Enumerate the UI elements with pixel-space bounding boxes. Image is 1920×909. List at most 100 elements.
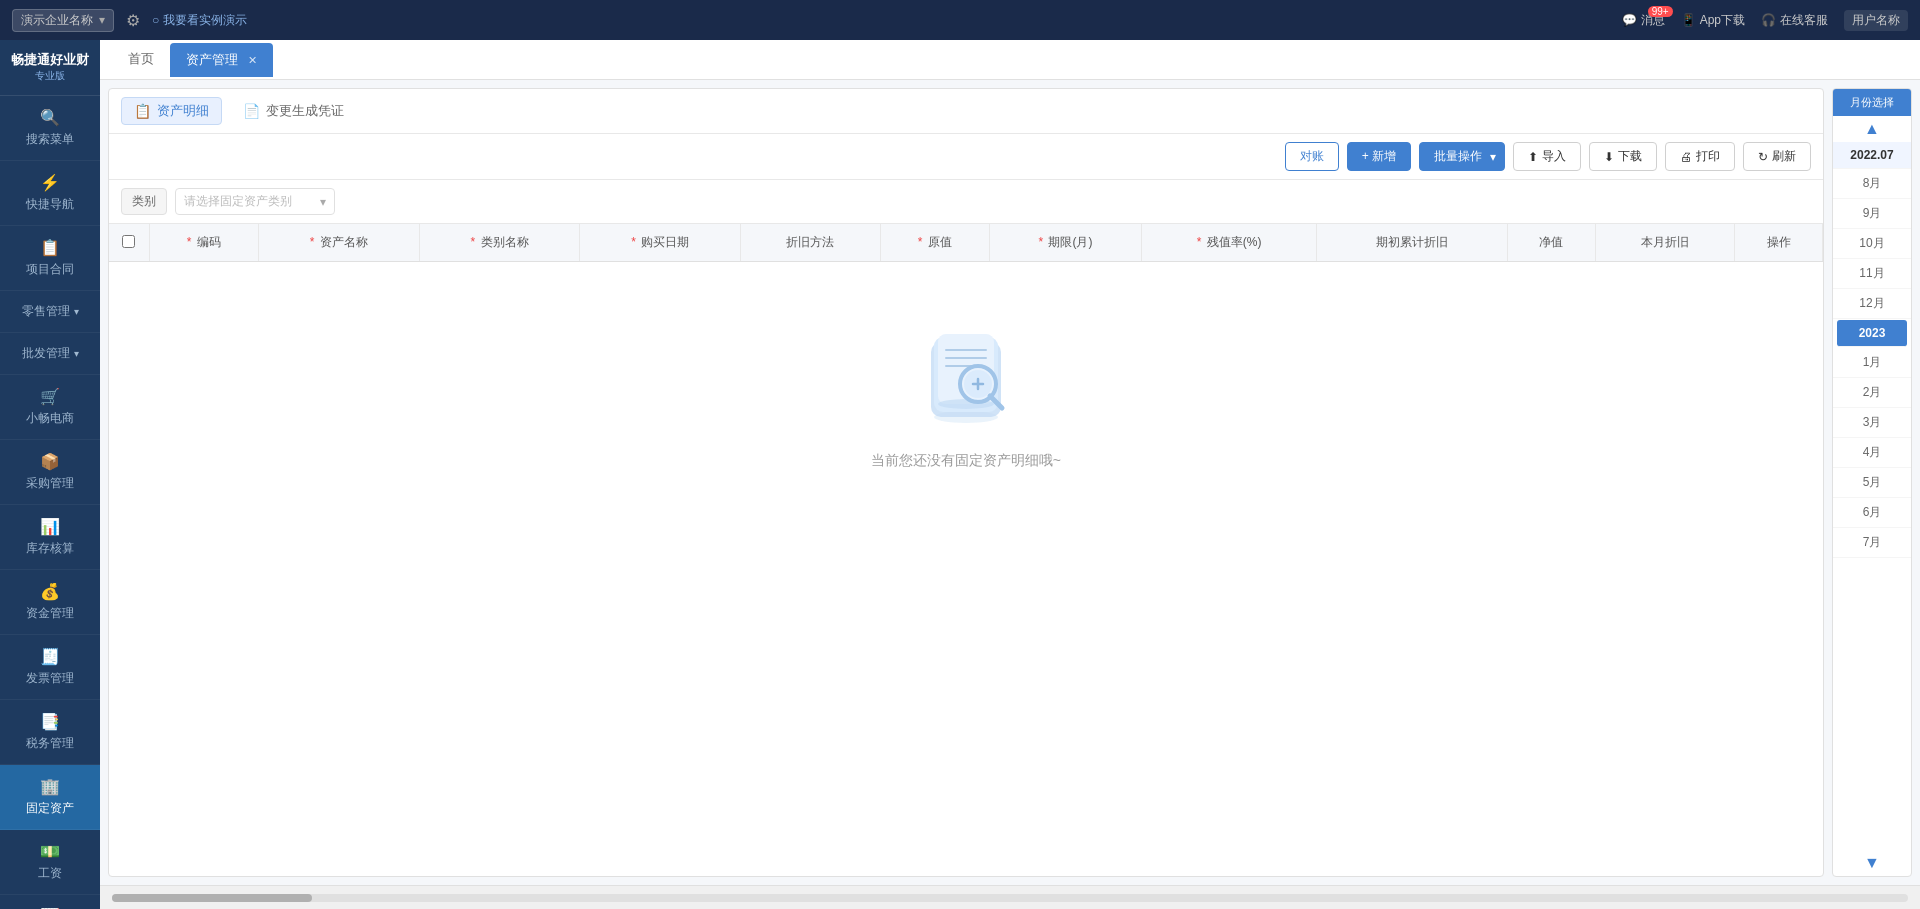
sidebar-item-search[interactable]: 🔍 搜索菜单 bbox=[0, 96, 100, 161]
tax-icon: 📑 bbox=[40, 712, 60, 731]
th-period: * 期限(月) bbox=[989, 224, 1141, 262]
refresh-icon: ↻ bbox=[1758, 150, 1768, 164]
toolbar: 对账 + 新增 批量操作 ▾ ⬆ 导入 ⬇ 下载 bbox=[109, 134, 1823, 180]
tab-home[interactable]: 首页 bbox=[112, 42, 170, 78]
sub-tab-asset-detail[interactable]: 📋 资产明细 bbox=[121, 97, 222, 125]
filter-category-label: 类别 bbox=[121, 188, 167, 215]
download-button[interactable]: ⬇ 下载 bbox=[1589, 142, 1657, 171]
month-item-4[interactable]: 4月 bbox=[1833, 438, 1911, 468]
month-nav-up[interactable]: ▲ bbox=[1833, 116, 1911, 142]
month-item-3[interactable]: 3月 bbox=[1833, 408, 1911, 438]
filter-dropdown-icon: ▾ bbox=[320, 195, 326, 209]
sidebar-label-project: 项目合同 bbox=[26, 261, 74, 278]
filter-row: 类别 请选择固定资产类别 ▾ bbox=[109, 180, 1823, 224]
sidebar-item-operations[interactable]: 📈 经营管理 bbox=[0, 895, 100, 909]
sidebar-label-invoice: 发票管理 bbox=[26, 670, 74, 687]
sidebar-label-purchase: 采购管理 bbox=[26, 475, 74, 492]
message-icon: 💬 bbox=[1622, 13, 1637, 27]
add-button[interactable]: + 新增 bbox=[1347, 142, 1411, 171]
settings-button[interactable]: ⚙ bbox=[122, 7, 144, 34]
th-operation: 操作 bbox=[1735, 224, 1823, 262]
refresh-button[interactable]: ↻ 刷新 bbox=[1743, 142, 1811, 171]
th-purchase-date: * 购买日期 bbox=[580, 224, 741, 262]
sidebar-item-inventory[interactable]: 📊 库存核算 bbox=[0, 505, 100, 570]
month-item-8[interactable]: 8月 bbox=[1833, 169, 1911, 199]
sidebar-label-inventory: 库存核算 bbox=[26, 540, 74, 557]
select-all-checkbox[interactable] bbox=[122, 235, 135, 248]
month-item-2[interactable]: 2月 bbox=[1833, 378, 1911, 408]
month-item-12[interactable]: 12月 bbox=[1833, 289, 1911, 319]
app-download-button[interactable]: 📱 App下载 bbox=[1681, 12, 1745, 29]
sidebar-item-quicknav[interactable]: ⚡ 快捷导航 bbox=[0, 161, 100, 226]
month-item-10[interactable]: 10月 bbox=[1833, 229, 1911, 259]
th-code: * 编码 bbox=[149, 224, 258, 262]
month-panel-header[interactable]: 月份选择 bbox=[1833, 89, 1911, 116]
sidebar-item-retail[interactable]: 零售管理 ▾ bbox=[0, 291, 100, 333]
month-panel-title: 月份选择 bbox=[1850, 95, 1894, 110]
sidebar-item-finance[interactable]: 💰 资金管理 bbox=[0, 570, 100, 635]
sidebar-label-quicknav: 快捷导航 bbox=[26, 196, 74, 213]
import-label: 导入 bbox=[1542, 148, 1566, 165]
arrow-icon-retail: ▾ bbox=[74, 306, 79, 317]
month-item-year-2023[interactable]: 2023 bbox=[1837, 320, 1907, 347]
service-icon: 🎧 bbox=[1761, 13, 1776, 27]
user-info[interactable]: 用户名称 bbox=[1844, 10, 1908, 31]
sub-tab-change-voucher[interactable]: 📄 变更生成凭证 bbox=[230, 97, 357, 125]
add-label: + 新增 bbox=[1362, 148, 1396, 165]
tab-bar: 首页 资产管理 ✕ bbox=[100, 40, 1920, 80]
demo-link[interactable]: ○ 我要看实例演示 bbox=[152, 12, 247, 29]
quicknav-icon: ⚡ bbox=[40, 173, 60, 192]
tab-assets[interactable]: 资产管理 ✕ bbox=[170, 43, 273, 77]
sidebar-item-project[interactable]: 📋 项目合同 bbox=[0, 226, 100, 291]
month-item-9[interactable]: 9月 bbox=[1833, 199, 1911, 229]
print-label: 打印 bbox=[1696, 148, 1720, 165]
message-button[interactable]: 💬 消息 99+ bbox=[1622, 12, 1665, 29]
month-item-5[interactable]: 5月 bbox=[1833, 468, 1911, 498]
sidebar-item-salary[interactable]: 💵 工资 bbox=[0, 830, 100, 895]
data-table: * 编码 * 资产名称 * 类别名称 bbox=[109, 224, 1823, 530]
inventory-icon: 📊 bbox=[40, 517, 60, 536]
month-panel: 月份选择 ▲ 2022.07 8月 9月 10月 11月 12月 2023 1月… bbox=[1832, 88, 1912, 877]
batch-label: 批量操作 bbox=[1434, 148, 1482, 165]
batch-button[interactable]: 批量操作 ▾ bbox=[1419, 142, 1505, 171]
month-item-current[interactable]: 2022.07 bbox=[1833, 142, 1911, 169]
batch-arrow-icon: ▾ bbox=[1490, 150, 1496, 164]
online-service-button[interactable]: 🎧 在线客服 bbox=[1761, 12, 1828, 29]
download-label: 下载 bbox=[1618, 148, 1642, 165]
change-voucher-icon: 📄 bbox=[243, 103, 260, 119]
print-button[interactable]: 🖨 打印 bbox=[1665, 142, 1735, 171]
bottom-bar bbox=[100, 885, 1920, 909]
month-item-6[interactable]: 6月 bbox=[1833, 498, 1911, 528]
month-item-7[interactable]: 7月 bbox=[1833, 528, 1911, 558]
purchase-icon: 📦 bbox=[40, 452, 60, 471]
th-depreciation-method: 折旧方法 bbox=[741, 224, 880, 262]
empty-state-illustration bbox=[906, 322, 1026, 432]
th-residual-rate: * 残值率(%) bbox=[1142, 224, 1317, 262]
sidebar-item-tax[interactable]: 📑 税务管理 bbox=[0, 700, 100, 765]
month-nav-down[interactable]: ▼ bbox=[1833, 850, 1911, 876]
assets-icon: 🏢 bbox=[40, 777, 60, 796]
bottom-scrollbar[interactable] bbox=[112, 894, 1908, 902]
top-bar: 演示企业名称 ▾ ⚙ ○ 我要看实例演示 💬 消息 99+ 📱 App下载 🎧 … bbox=[0, 0, 1920, 40]
sidebar-item-wholesale[interactable]: 批发管理 ▾ bbox=[0, 333, 100, 375]
month-item-1[interactable]: 1月 bbox=[1833, 348, 1911, 378]
sidebar-label-wholesale: 批发管理 bbox=[22, 345, 70, 362]
reconcile-button[interactable]: 对账 bbox=[1285, 142, 1339, 171]
sidebar-item-purchase[interactable]: 📦 采购管理 bbox=[0, 440, 100, 505]
tab-home-label: 首页 bbox=[128, 51, 154, 66]
ecommerce-icon: 🛒 bbox=[40, 387, 60, 406]
tab-close-icon[interactable]: ✕ bbox=[248, 54, 257, 66]
table-container[interactable]: * 编码 * 资产名称 * 类别名称 bbox=[109, 224, 1823, 876]
sidebar-item-invoice[interactable]: 🧾 发票管理 bbox=[0, 635, 100, 700]
sidebar-label-retail: 零售管理 bbox=[22, 303, 70, 320]
filter-category-select[interactable]: 请选择固定资产类别 ▾ bbox=[175, 188, 335, 215]
invoice-icon: 🧾 bbox=[40, 647, 60, 666]
sidebar-item-ecommerce[interactable]: 🛒 小畅电商 bbox=[0, 375, 100, 440]
company-selector[interactable]: 演示企业名称 ▾ bbox=[12, 9, 114, 32]
sidebar-item-assets[interactable]: 🏢 固定资产 bbox=[0, 765, 100, 830]
scrollbar-thumb[interactable] bbox=[112, 894, 312, 902]
reconcile-label: 对账 bbox=[1300, 148, 1324, 165]
sidebar-label-assets: 固定资产 bbox=[26, 800, 74, 817]
import-button[interactable]: ⬆ 导入 bbox=[1513, 142, 1581, 171]
month-item-11[interactable]: 11月 bbox=[1833, 259, 1911, 289]
